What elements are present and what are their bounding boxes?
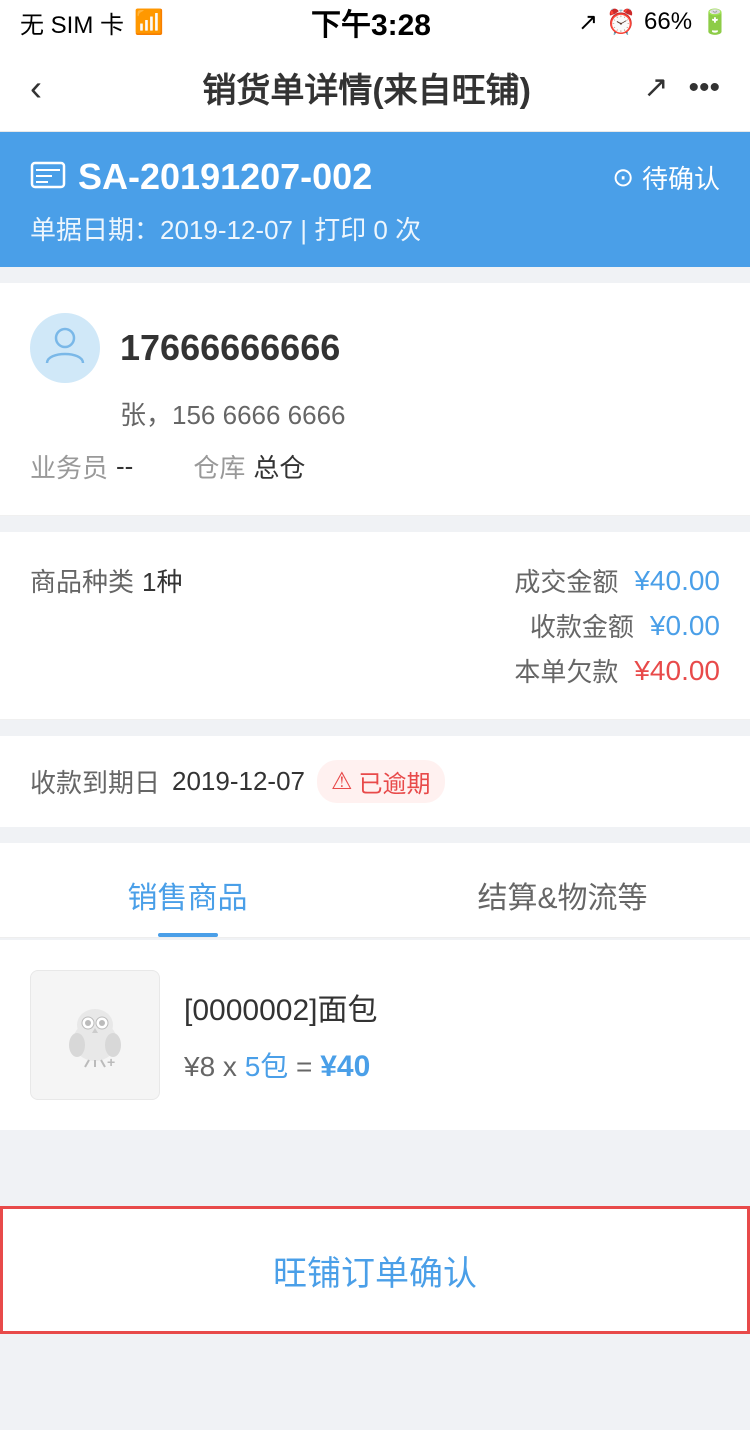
product-type: 商品种类 1种 xyxy=(30,562,182,599)
received-amount-value: ¥0.00 xyxy=(650,610,720,642)
order-icon xyxy=(30,156,66,198)
product-info: [0000002]面包 ¥8 x 5包 = ¥40 xyxy=(184,985,720,1085)
amounts-row: 商品种类 1种 成交金额 ¥40.00 收款金额 ¥0.00 本单欠款 ¥40.… xyxy=(30,562,720,689)
customer-section: 17666666666 张，156 6666 6666 业务员 -- 仓库 总仓 xyxy=(0,283,750,515)
location-icon: ↗ xyxy=(578,8,598,37)
product-type-label: 商品种类 xyxy=(30,562,134,599)
product-item: + [0000002]面包 ¥8 x 5包 = ¥40 xyxy=(30,970,720,1100)
more-options-icon[interactable]: ••• xyxy=(688,71,720,105)
tab-sales-products[interactable]: 销售商品 xyxy=(0,843,375,937)
owed-amount-row: 本单欠款 ¥40.00 xyxy=(514,652,720,689)
battery-icon: 🔋 xyxy=(700,8,730,37)
equals-sign: = xyxy=(288,1051,320,1082)
divider-1 xyxy=(0,515,750,516)
tab-settlement-label: 结算&物流等 xyxy=(477,882,647,915)
clock-icon: ⊙ xyxy=(612,162,634,193)
received-amount-row: 收款金额 ¥0.00 xyxy=(530,607,720,644)
user-icon xyxy=(43,321,87,375)
warehouse-label: 仓库 xyxy=(193,448,245,485)
sales-rep-value: -- xyxy=(116,451,133,482)
overdue-icon: ⚠ xyxy=(331,767,353,796)
product-qty: 5包 xyxy=(245,1051,289,1082)
product-thumbnail-logo: + xyxy=(55,995,135,1075)
tabs-section: 销售商品 结算&物流等 xyxy=(0,843,750,938)
warehouse-field: 仓库 总仓 xyxy=(193,448,305,485)
page-title: 销货单详情(来自旺铺) xyxy=(202,63,531,112)
time-display: 下午3:28 xyxy=(311,0,431,44)
deal-amount-value: ¥40.00 xyxy=(634,565,720,597)
overdue-text: 已逾期 xyxy=(359,764,431,799)
header-top-row: SA-20191207-002 ⊙ 待确认 xyxy=(30,156,720,198)
share-icon[interactable]: ↗︎ xyxy=(643,70,668,105)
product-thumbnail: + xyxy=(30,970,160,1100)
tab-settlement-logistics[interactable]: 结算&物流等 xyxy=(375,843,750,937)
deal-amount-label: 成交金额 xyxy=(514,562,618,599)
customer-meta: 业务员 -- 仓库 总仓 xyxy=(30,448,720,485)
amounts-right: 成交金额 ¥40.00 收款金额 ¥0.00 本单欠款 ¥40.00 xyxy=(514,562,720,689)
deal-amount-row: 成交金额 ¥40.00 xyxy=(514,562,720,599)
order-date: 单据日期：2019-12-07 | 打印 0 次 xyxy=(30,210,720,247)
confirm-order-button[interactable]: 旺铺订单确认 xyxy=(33,1225,717,1315)
nav-bar: ‹ 销货单详情(来自旺铺) ↗︎ ••• xyxy=(0,44,750,132)
status-bar-right: ↗ ⏰ 66% 🔋 xyxy=(578,8,730,37)
nav-actions: ↗︎ ••• xyxy=(643,70,720,105)
sales-rep-label: 业务员 xyxy=(30,448,108,485)
owed-amount-value: ¥40.00 xyxy=(634,655,720,687)
wifi-icon: 📶 xyxy=(134,8,164,37)
status-badge: ⊙ 待确认 xyxy=(612,159,720,196)
tab-sales-products-label: 销售商品 xyxy=(128,882,248,915)
due-date-section: 收款到期日 2019-12-07 ⚠ 已逾期 xyxy=(0,736,750,827)
received-amount-label: 收款金额 xyxy=(530,607,634,644)
product-type-value: 1种 xyxy=(142,562,182,599)
battery-text: 66% xyxy=(644,8,692,36)
customer-phone: 17666666666 xyxy=(120,327,340,369)
confirm-button-container: 旺铺订单确认 xyxy=(0,1206,750,1334)
customer-top: 17666666666 xyxy=(30,313,720,383)
owed-amount-label: 本单欠款 xyxy=(514,652,618,689)
customer-name: 张，156 6666 6666 xyxy=(30,395,720,432)
back-button[interactable]: ‹ xyxy=(30,67,90,109)
product-name: [0000002]面包 xyxy=(184,985,720,1029)
alarm-icon: ⏰ xyxy=(606,8,636,37)
sales-rep-field: 业务员 -- xyxy=(30,448,133,485)
divider-2 xyxy=(0,719,750,720)
amounts-section: 商品种类 1种 成交金额 ¥40.00 收款金额 ¥0.00 本单欠款 ¥40.… xyxy=(0,532,750,719)
order-header-card: SA-20191207-002 ⊙ 待确认 单据日期：2019-12-07 | … xyxy=(0,132,750,267)
carrier-text: 无 SIM 卡 xyxy=(20,5,124,40)
status-text: 待确认 xyxy=(642,159,720,196)
order-number: SA-20191207-002 xyxy=(30,156,372,198)
product-price: ¥8 x 5包 = ¥40 xyxy=(184,1045,720,1085)
product-section: + [0000002]面包 ¥8 x 5包 = ¥40 xyxy=(0,940,750,1130)
due-date-label: 收款到期日 xyxy=(30,763,160,800)
due-date-value: 2019-12-07 xyxy=(172,766,305,797)
warehouse-value: 总仓 xyxy=(253,448,305,485)
avatar xyxy=(30,313,100,383)
price-text: ¥8 x xyxy=(184,1051,245,1082)
product-total: ¥40 xyxy=(320,1050,370,1083)
status-bar-left: 无 SIM 卡 📶 xyxy=(20,5,164,40)
overdue-badge: ⚠ 已逾期 xyxy=(317,760,445,803)
svg-text:+: + xyxy=(107,1054,115,1070)
tabs-row: 销售商品 结算&物流等 xyxy=(0,843,750,937)
status-bar: 无 SIM 卡 📶 下午3:28 ↗ ⏰ 66% 🔋 xyxy=(0,0,750,44)
